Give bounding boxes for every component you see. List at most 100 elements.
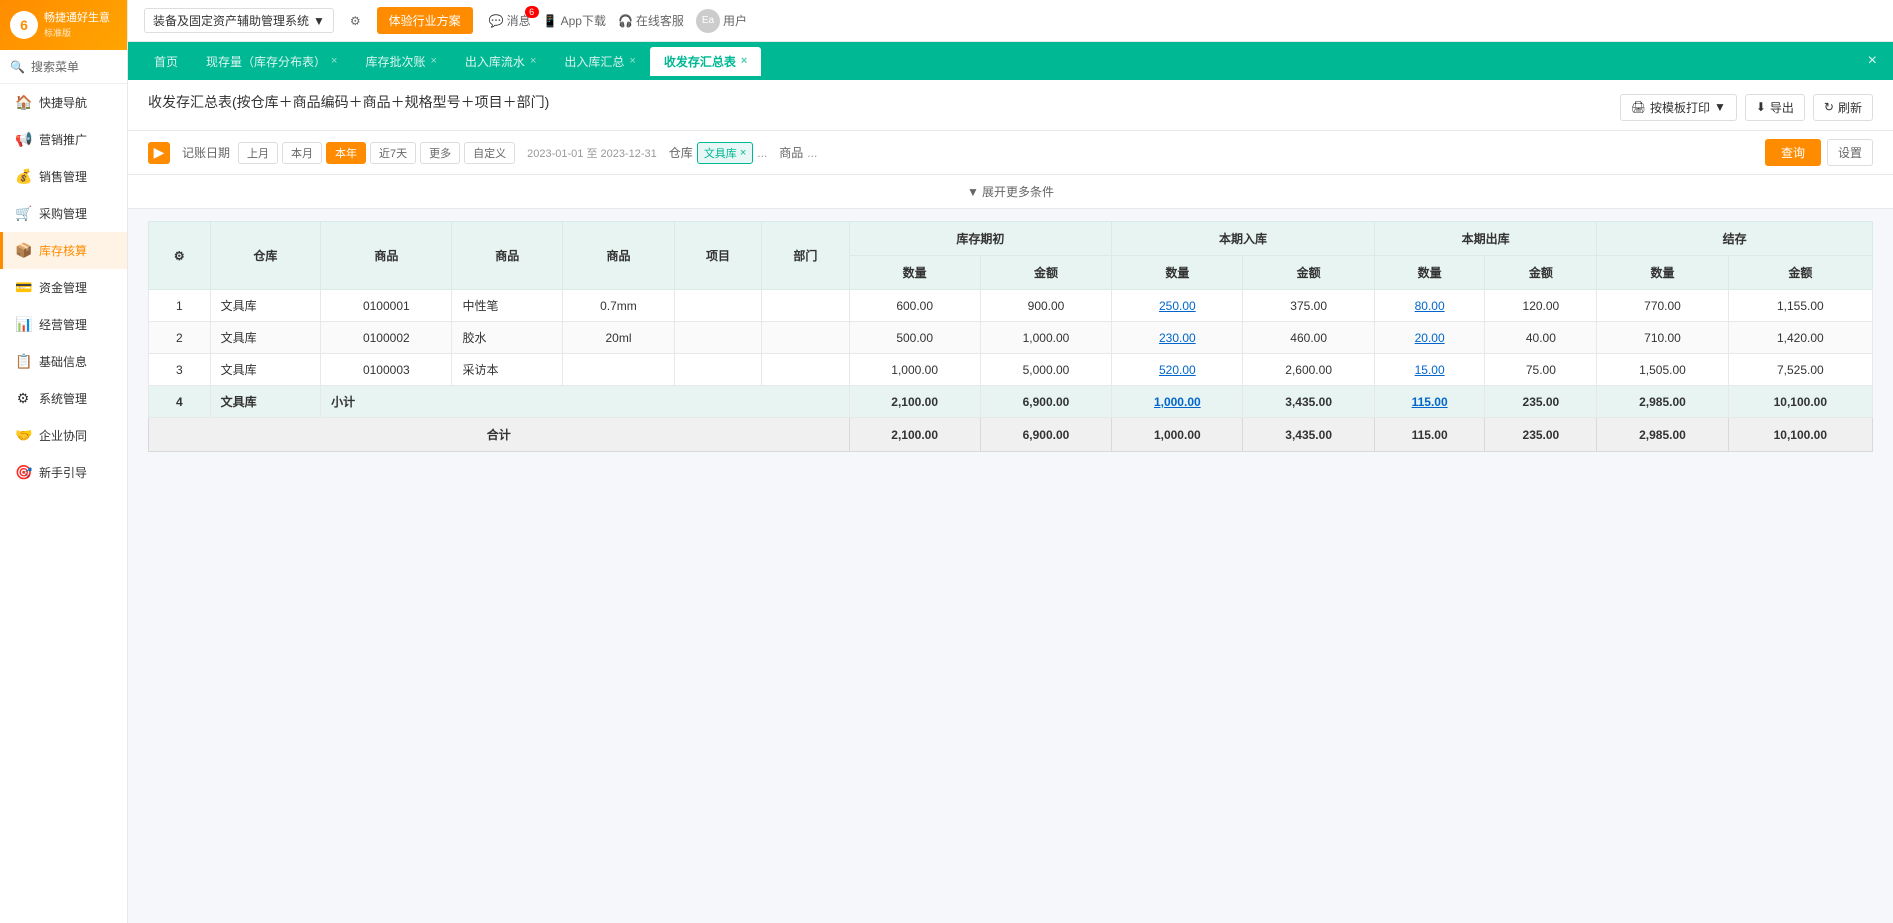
col-closing: 结存 [1597,222,1873,256]
table-row: 3 文具库 0100003 采访本 1,000.00 5,000.00 520.… [149,354,1873,386]
row-in-amt: 460.00 [1243,322,1374,354]
warehouse-tag-text: 文具库 [704,145,737,161]
sidebar-item-purchase[interactable]: 🛒采购管理 [0,195,127,232]
tab-[interactable]: 出入库流水× [451,47,550,76]
sidebar-item-marketing[interactable]: 📢营销推广 [0,121,127,158]
subtotal-row: 4 文具库 小计 2,100.00 6,900.00 1,000.00 3,43… [149,386,1873,418]
nav-icon: 📋 [15,353,31,370]
online-service-action[interactable]: 🎧 在线客服 [618,12,684,29]
refresh-button[interactable]: ↻ 刷新 [1813,94,1873,121]
query-button[interactable]: 查询 [1765,139,1821,166]
total-in-amt: 3,435.00 [1243,418,1374,452]
total-close-qty: 2,985.00 [1597,418,1728,452]
row-out-qty[interactable]: 20.00 [1374,322,1485,354]
row-open-qty: 1,000.00 [849,354,980,386]
sidebar-item-label: 新手引导 [39,464,87,481]
sidebar-item-quick-nav[interactable]: 🏠快捷导航 [0,84,127,121]
col-out-qty: 数量 [1374,256,1485,290]
row-out-qty[interactable]: 15.00 [1374,354,1485,386]
sub-open-amt: 6,900.00 [980,386,1111,418]
row-in-qty[interactable]: 230.00 [1112,322,1243,354]
tab-close-icon[interactable]: × [629,55,635,67]
sidebar-item-newbie[interactable]: 🎯 新手引导 [0,454,127,491]
export-button[interactable]: ⬇ 导出 [1745,94,1805,121]
tab-[interactable]: 库存批次账× [351,47,450,76]
date-option-本月[interactable]: 本月 [282,142,322,164]
tab-[interactable]: 出入库汇总 × [550,47,649,76]
settings-button[interactable]: 设置 [1827,139,1873,166]
sidebar-item-label: 基础信息 [39,353,87,370]
table-settings-icon[interactable]: ⚙ [174,249,185,263]
nav-icon: 🛒 [15,205,31,222]
gear-icon[interactable]: ⚙ [350,14,361,28]
row-dept [762,354,849,386]
date-option-本年[interactable]: 本年 [326,142,366,164]
tab-close-icon[interactable]: × [741,55,747,67]
close-all-tabs-button[interactable]: × [1864,52,1881,70]
col-settings[interactable]: ⚙ [149,222,211,290]
sub-close-amt: 10,100.00 [1728,386,1872,418]
row-code: 0100003 [321,354,452,386]
date-option-近7天[interactable]: 近7天 [370,142,416,164]
sub-out-qty[interactable]: 115.00 [1374,386,1485,418]
row-in-qty[interactable]: 250.00 [1112,290,1243,322]
col-out-amt: 金额 [1485,256,1597,290]
expand-more-bar: ▼ 展开更多条件 [128,175,1893,209]
tab-label: 收发存汇总表 [664,53,736,70]
sidebar-item-label: 快捷导航 [39,94,87,111]
expand-more-button[interactable]: ▼ 展开更多条件 [148,179,1873,204]
row-in-qty[interactable]: 520.00 [1112,354,1243,386]
row-dept [762,290,849,322]
row-out-qty[interactable]: 80.00 [1374,290,1485,322]
print-label: 按模板打印 [1650,99,1710,116]
sidebar-item-finance[interactable]: 💳资金管理 [0,269,127,306]
tab-[interactable]: 现存量（库存分布表）× [192,47,351,76]
print-button[interactable]: 🖨 按模板打印 ▼ [1620,94,1737,121]
date-option-自定义[interactable]: 自定义 [464,142,515,164]
row-num: 1 [149,290,211,322]
nav-icon: 🎯 [15,464,31,481]
date-option-上月[interactable]: 上月 [238,142,278,164]
try-industry-button[interactable]: 体验行业方案 [377,7,473,34]
system-selector[interactable]: 装备及固定资产辅助管理系统 ▼ [144,8,334,33]
total-close-amt: 10,100.00 [1728,418,1872,452]
goods-more[interactable]: ... [807,146,817,160]
date-option-更多[interactable]: 更多 [420,142,460,164]
main-area: 装备及固定资产辅助管理系统 ▼ ⚙ 体验行业方案 💬 消息 6 📱 App下载 … [128,0,1893,923]
filter-row-date: 记账日期 上月本月本年近7天更多自定义 2023-01-01 至 2023-12… [182,142,657,164]
tab-[interactable]: 收发存汇总表 × [650,47,761,76]
filter-expand-button[interactable]: ▶ [148,142,170,164]
nav-icon: 🤝 [15,427,31,444]
sidebar-item-enterprise[interactable]: 🤝企业协同 [0,417,127,454]
sidebar-item-base-info[interactable]: 📋 基础信息 [0,343,127,380]
warehouse-tag-close-icon[interactable]: × [740,147,746,159]
warehouse-tag[interactable]: 文具库 × [697,142,753,164]
sidebar-item-inventory[interactable]: 📦库存核算 [0,232,127,269]
sidebar-item-sales[interactable]: 💰销售管理 [0,158,127,195]
tab-close-icon[interactable]: × [430,55,436,67]
row-dept [762,322,849,354]
message-action[interactable]: 💬 消息 6 [489,12,531,29]
system-name: 装备及固定资产辅助管理系统 [153,12,309,29]
col-spec: 商品 [563,222,675,290]
sidebar-item-operation[interactable]: 📊经营管理 [0,306,127,343]
tab-[interactable]: 首页 [140,47,192,76]
tab-label: 出入库汇总 [564,53,624,70]
sidebar-item-system[interactable]: ⚙ 系统管理 [0,380,127,417]
table-row: 1 文具库 0100001 中性笔 0.7mm 600.00 900.00 25… [149,290,1873,322]
row-open-amt: 900.00 [980,290,1111,322]
warehouse-more[interactable]: ... [757,146,767,160]
tab-close-icon[interactable]: × [530,55,536,67]
message-badge: 6 [525,6,539,18]
app-download-action[interactable]: 📱 App下载 [543,12,606,29]
sub-in-qty[interactable]: 1,000.00 [1112,386,1243,418]
user-action[interactable]: Ea 用户 [696,9,747,33]
sub-open-qty: 2,100.00 [849,386,980,418]
nav-icon: ⚙ [15,390,31,407]
tab-close-icon[interactable]: × [331,55,337,67]
sidebar-item-label: 经营管理 [39,316,87,333]
sidebar-item-label: 系统管理 [39,390,87,407]
sidebar-search[interactable]: 🔍 搜索菜单 [0,50,127,84]
expand-more-label: 展开更多条件 [982,183,1054,200]
table-container: ⚙ 仓库 商品 商品 商品 项目 部门 库存期初 本期入库 本期出库 结存 [128,209,1893,923]
